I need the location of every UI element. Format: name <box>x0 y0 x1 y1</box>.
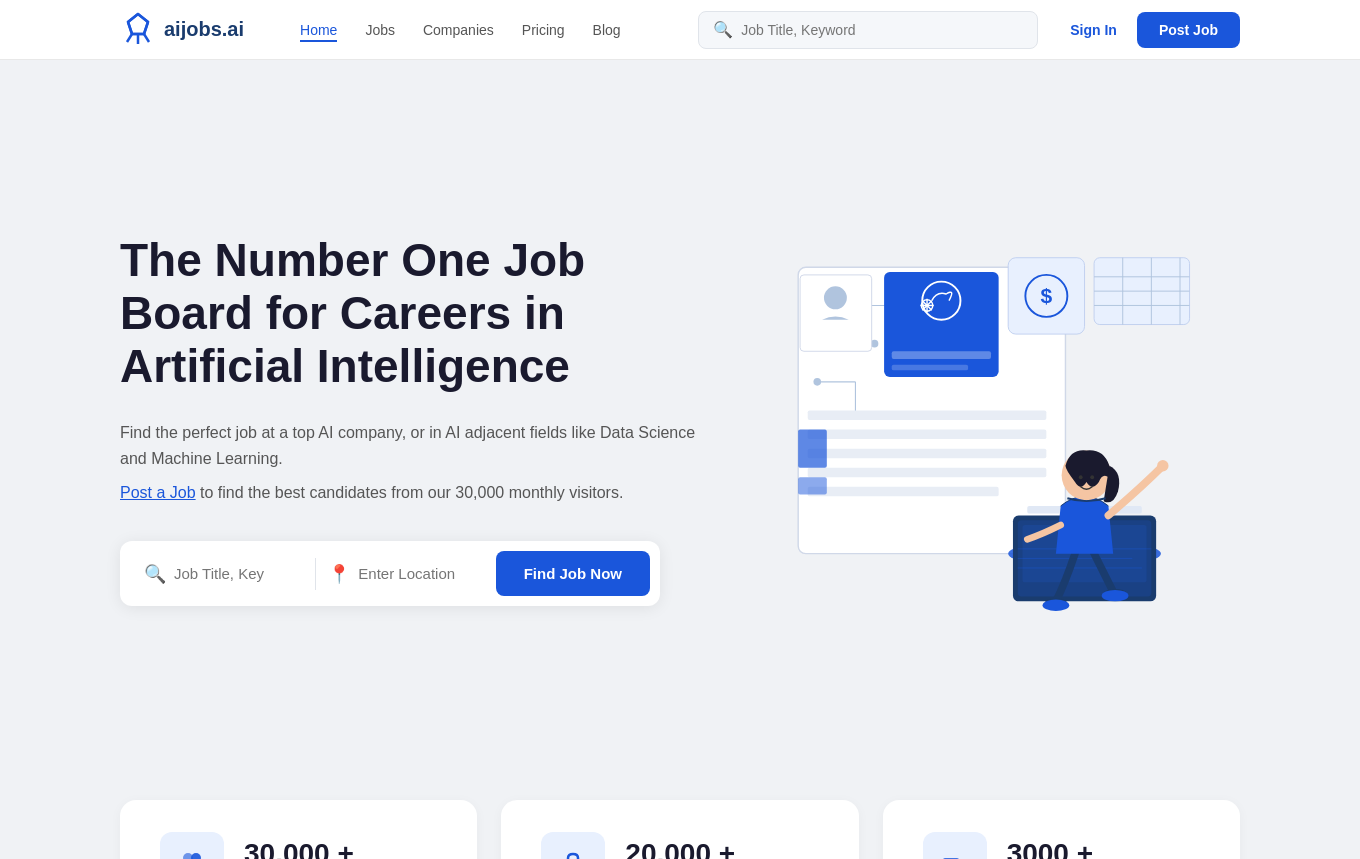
nav-pricing[interactable]: Pricing <box>522 18 565 42</box>
nav-links: Home Jobs Companies Pricing Blog <box>300 18 666 42</box>
logo-icon <box>120 12 156 48</box>
post-a-job-link[interactable]: Post a Job <box>120 484 196 501</box>
svg-line-7 <box>127 34 132 42</box>
nav-home[interactable]: Home <box>300 18 337 42</box>
svg-rect-43 <box>808 468 1047 478</box>
hero-content: The Number One Job Board for Careers in … <box>120 234 700 606</box>
svg-line-2 <box>138 14 148 22</box>
hero-description: Find the perfect job at a top AI company… <box>120 420 700 471</box>
stat-companies-icon-wrap <box>923 832 987 859</box>
svg-point-63 <box>1043 599 1070 610</box>
hero-illustration: $ <box>700 210 1240 630</box>
nav-jobs[interactable]: Jobs <box>365 18 395 42</box>
stats-section: 30,000 + Monthly Visitors 20,000 + Jobs <box>0 760 1360 859</box>
svg-rect-26 <box>892 351 991 359</box>
stat-jobs-icon-wrap <box>541 832 605 859</box>
svg-line-4 <box>144 22 148 34</box>
logo-link[interactable]: aijobs.ai <box>120 12 244 48</box>
svg-rect-46 <box>798 477 827 494</box>
post-job-button[interactable]: Post Job <box>1137 12 1240 48</box>
stat-companies: 3000 + Companies <box>883 800 1240 859</box>
location-icon: 📍 <box>328 563 350 585</box>
visitors-number: 30,000 + <box>244 838 354 859</box>
hero-title: The Number One Job Board for Careers in … <box>120 234 700 393</box>
sign-in-button[interactable]: Sign In <box>1070 22 1117 38</box>
svg-point-29 <box>824 286 847 309</box>
visitors-icon <box>176 848 208 859</box>
svg-point-70 <box>191 853 201 859</box>
stat-jobs: 20,000 + Jobs <box>501 800 858 859</box>
nav-right-actions: Sign In Post Job <box>1070 12 1240 48</box>
nav-search-bar: 🔍 <box>698 11 1038 49</box>
svg-rect-44 <box>808 487 999 497</box>
hero-svg: $ <box>710 210 1230 630</box>
search-divider <box>315 558 316 590</box>
svg-text:$: $ <box>1041 284 1053 307</box>
svg-rect-28 <box>800 275 872 351</box>
svg-rect-45 <box>798 430 827 468</box>
svg-line-1 <box>128 14 138 22</box>
svg-line-8 <box>144 34 149 42</box>
stat-visitors-icon-wrap <box>160 832 224 859</box>
nav-search-input[interactable] <box>741 12 1023 48</box>
svg-point-64 <box>1102 590 1129 601</box>
hero-sub-desc: Post a Job to find the best candidates f… <box>120 480 700 506</box>
stat-jobs-text: 20,000 + Jobs <box>625 838 735 859</box>
svg-rect-42 <box>808 449 1047 459</box>
svg-point-18 <box>813 378 821 386</box>
svg-rect-41 <box>808 430 1047 440</box>
svg-rect-27 <box>892 365 968 371</box>
jobs-icon <box>557 848 589 859</box>
logo-text: aijobs.ai <box>164 18 244 41</box>
companies-number: 3000 + <box>1007 838 1093 859</box>
hero-section: The Number One Job Board for Careers in … <box>0 60 1360 760</box>
nav-blog[interactable]: Blog <box>593 18 621 42</box>
svg-rect-40 <box>808 410 1047 420</box>
location-input[interactable] <box>358 565 487 582</box>
job-title-input[interactable] <box>174 565 303 582</box>
job-search-field: 🔍 <box>136 559 311 589</box>
stat-visitors-text: 30,000 + Monthly Visitors <box>244 838 354 859</box>
companies-icon <box>939 848 971 859</box>
illustration-container: $ <box>710 210 1230 630</box>
location-search-field: 📍 <box>320 559 495 589</box>
nav-search-icon: 🔍 <box>713 20 733 39</box>
svg-line-3 <box>128 22 132 34</box>
stat-monthly-visitors: 30,000 + Monthly Visitors <box>120 800 477 859</box>
nav-companies[interactable]: Companies <box>423 18 494 42</box>
jobs-number: 20,000 + <box>625 838 735 859</box>
hero-search-bar: 🔍 📍 Find Job Now <box>120 541 660 606</box>
search-icon: 🔍 <box>144 563 166 585</box>
stat-companies-text: 3000 + Companies <box>1007 838 1093 859</box>
svg-point-67 <box>1079 475 1083 479</box>
svg-rect-19 <box>884 272 999 377</box>
svg-point-65 <box>1157 460 1168 471</box>
hero-desc-text: Find the perfect job at a top AI company… <box>120 424 695 467</box>
svg-point-68 <box>1090 475 1094 479</box>
navbar: aijobs.ai Home Jobs Companies Pricing Bl… <box>0 0 1360 60</box>
find-job-button[interactable]: Find Job Now <box>496 551 650 596</box>
hero-desc2: to find the best candidates from our 30,… <box>196 484 624 501</box>
